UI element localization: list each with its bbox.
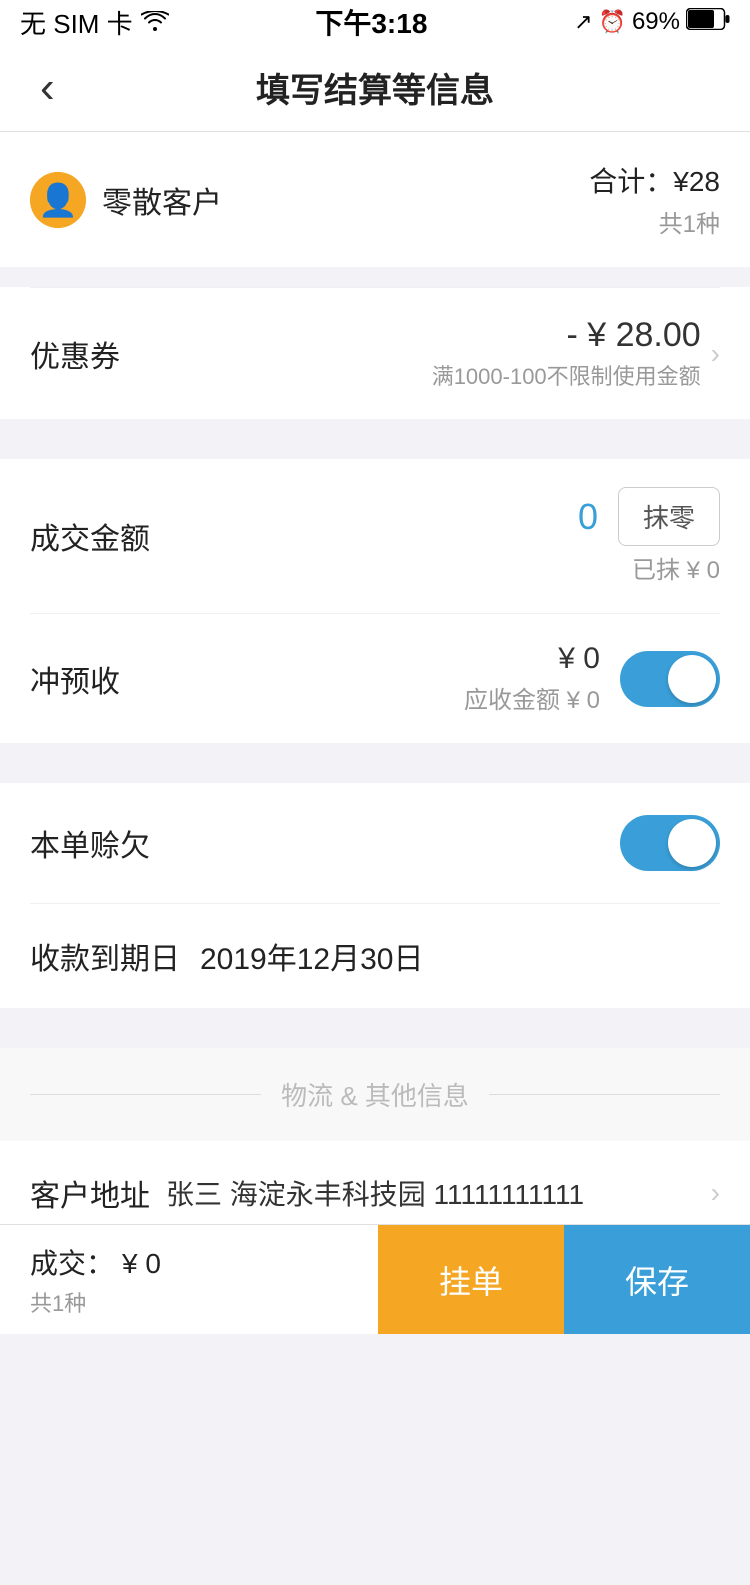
due-date-label: 收款到期日 bbox=[30, 934, 180, 978]
section-gap-3 bbox=[0, 1028, 750, 1048]
status-left: 无 SIM 卡 bbox=[20, 4, 169, 41]
customer-left: 零散客户 bbox=[30, 172, 222, 228]
coupon-card: 优惠券 - ¥ 28.00 满1000-100不限制使用金额 › bbox=[0, 287, 750, 419]
avatar bbox=[30, 172, 86, 228]
address-value: 张三 海淀永丰科技园 11111111111 bbox=[166, 1173, 711, 1213]
precharge-left: 冲预收 bbox=[30, 657, 120, 701]
battery-icon bbox=[686, 8, 730, 37]
transaction-amount-row: 成交金额 0 抹零 已抹 ¥ 0 bbox=[0, 459, 750, 613]
battery-label: 69% bbox=[632, 8, 680, 36]
status-right: ↗ ⏰ 69% bbox=[574, 8, 730, 37]
alarm-icon: ⏰ bbox=[599, 9, 626, 35]
chevron-right-icon: › bbox=[711, 338, 720, 370]
precharge-right: ¥ 0 应收金额 ¥ 0 bbox=[464, 642, 720, 715]
avatar-face bbox=[30, 172, 86, 228]
nav-bar: ‹ 填写结算等信息 bbox=[0, 44, 750, 132]
customer-row: 零散客户 合计：¥28 共1种 bbox=[0, 132, 750, 267]
total-count: 共1种 bbox=[589, 204, 720, 239]
save-button-label: 保存 bbox=[625, 1257, 689, 1303]
debt-label: 本单赊欠 bbox=[30, 821, 150, 865]
page-title: 填写结算等信息 bbox=[256, 63, 494, 112]
address-chevron-icon: › bbox=[711, 1177, 720, 1209]
logistics-title: 物流 & 其他信息 bbox=[281, 1076, 469, 1113]
coupon-label: 优惠券 bbox=[30, 332, 120, 376]
customer-card: 零散客户 合计：¥28 共1种 bbox=[0, 132, 750, 267]
logistics-line-left bbox=[30, 1094, 261, 1095]
precharge-label: 冲预收 bbox=[30, 666, 120, 699]
back-button[interactable]: ‹ bbox=[30, 53, 65, 123]
bottom-info: 成交： ¥ 0 共1种 bbox=[0, 1225, 378, 1334]
transaction-card: 成交金额 0 抹零 已抹 ¥ 0 冲预收 ¥ 0 应收金额 ¥ 0 bbox=[0, 459, 750, 743]
location-icon: ↗ bbox=[574, 9, 592, 35]
status-bar: 无 SIM 卡 下午3:18 ↗ ⏰ 69% bbox=[0, 0, 750, 44]
toggle-track[interactable] bbox=[620, 651, 720, 707]
time-display: 下午3:18 bbox=[315, 2, 427, 42]
round-button[interactable]: 抹零 bbox=[618, 487, 720, 546]
carrier-label: 无 SIM 卡 bbox=[20, 4, 133, 41]
hold-button-label: 挂单 bbox=[439, 1257, 503, 1303]
precharge-toggle[interactable] bbox=[620, 651, 720, 707]
section-gap-2 bbox=[0, 763, 750, 783]
bottom-transaction-label: 成交： bbox=[30, 1242, 114, 1282]
total-amount: 合计：¥28 bbox=[589, 160, 720, 200]
save-button[interactable]: 保存 bbox=[564, 1225, 750, 1334]
coupon-amount: - ¥ 28.00 bbox=[432, 316, 701, 355]
logistics-line-right bbox=[489, 1094, 720, 1095]
transaction-value: 0 bbox=[578, 496, 598, 538]
debt-toggle-thumb bbox=[668, 819, 716, 867]
precharge-row: 冲预收 ¥ 0 应收金额 ¥ 0 bbox=[0, 614, 750, 743]
due-date-value: 2019年12月30日 bbox=[200, 934, 423, 978]
wifi-icon bbox=[141, 7, 169, 38]
precharge-main: ¥ 0 bbox=[464, 642, 600, 676]
due-date-row: 收款到期日 2019年12月30日 bbox=[0, 904, 750, 1008]
precharge-amounts: ¥ 0 应收金额 ¥ 0 bbox=[464, 642, 600, 715]
transaction-amount-label: 成交金额 bbox=[30, 514, 150, 558]
coupon-sub: 满1000-100不限制使用金额 bbox=[432, 359, 701, 391]
main-content: 零散客户 合计：¥28 共1种 优惠券 - ¥ 28.00 满1000-100不… bbox=[0, 132, 750, 1585]
coupon-details: - ¥ 28.00 满1000-100不限制使用金额 bbox=[432, 316, 701, 391]
bottom-transaction-amount: ¥ 0 bbox=[122, 1248, 161, 1280]
precharge-sub: 应收金额 ¥ 0 bbox=[464, 680, 600, 715]
coupon-row[interactable]: 优惠券 - ¥ 28.00 满1000-100不限制使用金额 › bbox=[0, 288, 750, 419]
coupon-right: - ¥ 28.00 满1000-100不限制使用金额 › bbox=[432, 316, 720, 391]
address-label: 客户地址 bbox=[30, 1171, 150, 1215]
section-gap-1 bbox=[0, 439, 750, 459]
debt-card: 本单赊欠 收款到期日 2019年12月30日 bbox=[0, 783, 750, 1008]
due-date-inner: 收款到期日 2019年12月30日 bbox=[30, 934, 720, 978]
customer-name: 零散客户 bbox=[102, 178, 222, 222]
transaction-sub: 已抹 ¥ 0 bbox=[578, 550, 720, 585]
toggle-thumb bbox=[668, 655, 716, 703]
transaction-form-right: 0 抹零 bbox=[578, 487, 720, 546]
debt-toggle-track[interactable] bbox=[620, 815, 720, 871]
customer-right: 合计：¥28 共1种 bbox=[589, 160, 720, 239]
logistics-header: 物流 & 其他信息 bbox=[0, 1048, 750, 1141]
debt-toggle[interactable] bbox=[620, 815, 720, 871]
hold-button[interactable]: 挂单 bbox=[378, 1225, 564, 1334]
bottom-count: 共1种 bbox=[30, 1286, 348, 1318]
transaction-amount-right: 0 抹零 已抹 ¥ 0 bbox=[578, 487, 720, 585]
bottom-bar: 成交： ¥ 0 共1种 挂单 保存 bbox=[0, 1224, 750, 1334]
debt-row: 本单赊欠 bbox=[0, 783, 750, 903]
bottom-transaction-row: 成交： ¥ 0 bbox=[30, 1242, 348, 1282]
